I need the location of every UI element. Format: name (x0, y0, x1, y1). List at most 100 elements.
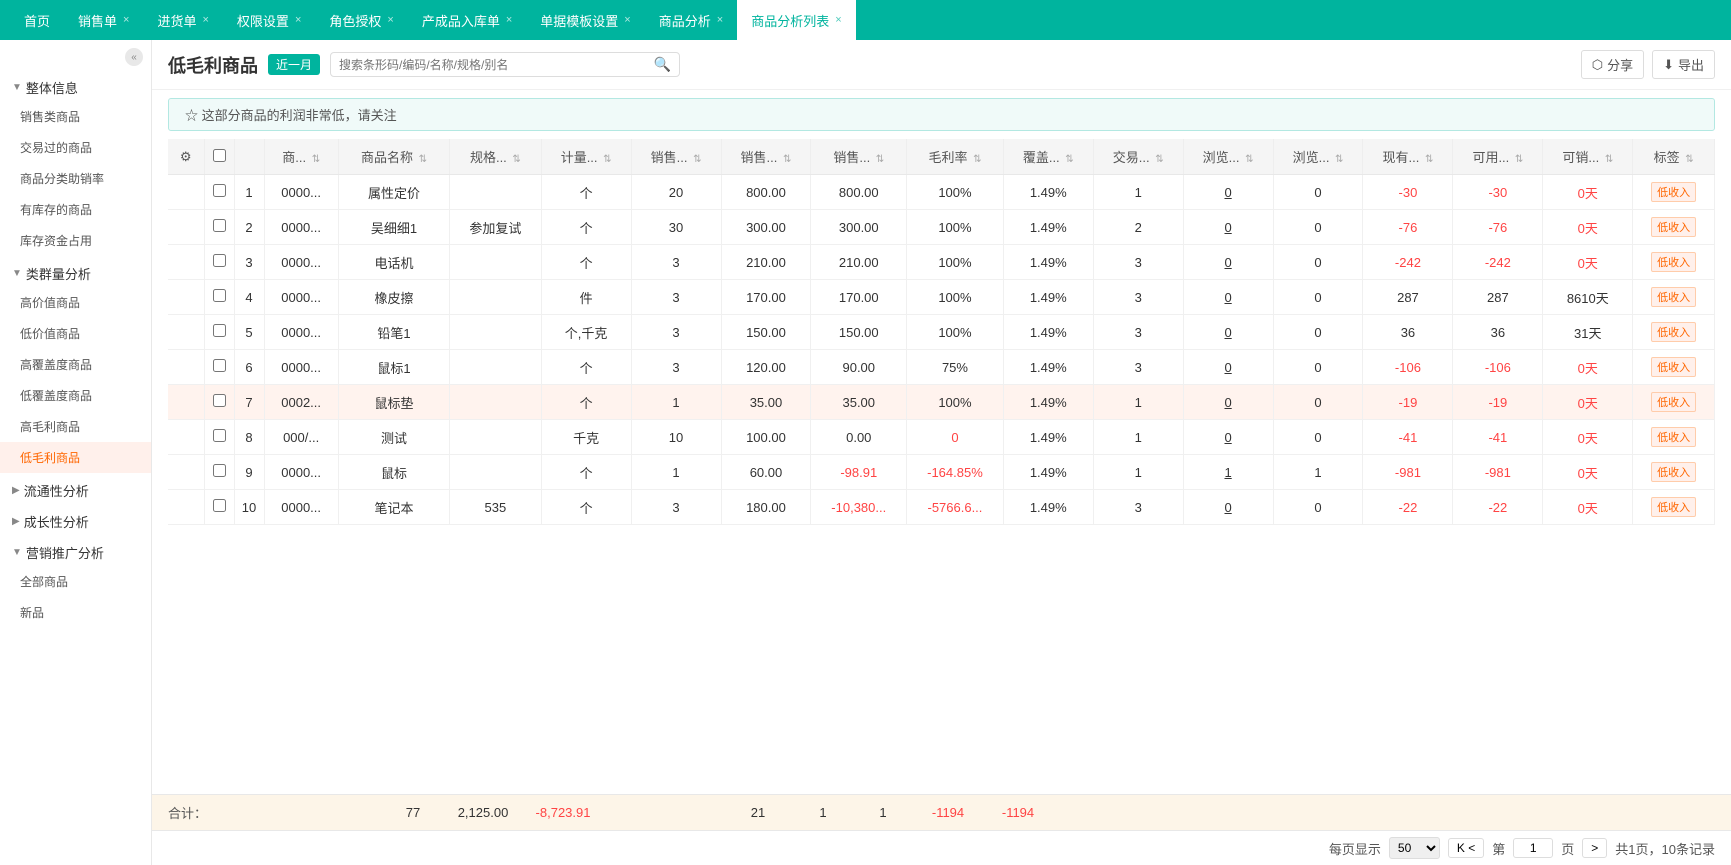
collapse-button[interactable]: « (125, 48, 143, 66)
share-button[interactable]: ⬡ 分享 (1581, 50, 1644, 79)
page-size-select[interactable]: 50 100 200 (1389, 837, 1440, 859)
sidebar-item-new-products[interactable]: 新品 (0, 597, 151, 628)
col-qty[interactable]: 销售... ⇅ (631, 139, 721, 175)
close-icon[interactable]: × (717, 14, 723, 26)
tag-filter-button[interactable]: 近一月 (268, 54, 320, 75)
row-checkbox[interactable] (213, 429, 226, 442)
select-all-checkbox[interactable] (213, 149, 226, 162)
export-button[interactable]: ⬇ 导出 (1652, 50, 1715, 79)
col-spec[interactable]: 规格... ⇅ (450, 139, 542, 175)
sidebar-group-overview[interactable]: ▼ 整体信息 (0, 70, 151, 101)
footer-available: -1194 (983, 805, 1053, 820)
browse1-cell[interactable]: 0 (1183, 210, 1273, 245)
col-coverage[interactable]: 交易... ⇅ (1093, 139, 1183, 175)
sidebar-group-cluster[interactable]: ▼ 类群量分析 (0, 256, 151, 287)
nav-item-permission[interactable]: 权限设置 × (223, 0, 315, 40)
checkbox-cell[interactable] (204, 455, 234, 490)
checkbox-cell[interactable] (204, 350, 234, 385)
sidebar-group-liquidity[interactable]: ▶ 流通性分析 (0, 473, 151, 504)
sidebar-item-traded-products[interactable]: 交易过的商品 (0, 132, 151, 163)
browse1-cell[interactable]: 0 (1183, 350, 1273, 385)
row-checkbox[interactable] (213, 254, 226, 267)
col-tag[interactable]: 标签 ⇅ (1633, 139, 1715, 175)
checkbox-cell[interactable] (204, 490, 234, 525)
row-checkbox[interactable] (213, 499, 226, 512)
browse1-cell[interactable]: 1 (1183, 455, 1273, 490)
close-icon[interactable]: × (202, 14, 208, 26)
row-checkbox[interactable] (213, 289, 226, 302)
checkbox-cell[interactable] (204, 315, 234, 350)
checkbox-cell[interactable] (204, 245, 234, 280)
name-cell: 吴细细1 (338, 210, 449, 245)
sidebar-item-stock-products[interactable]: 有库存的商品 (0, 194, 151, 225)
col-browse1[interactable]: 浏览... ⇅ (1183, 139, 1273, 175)
sidebar-item-high-coverage[interactable]: 高覆盖度商品 (0, 349, 151, 380)
checkbox-cell[interactable] (204, 175, 234, 210)
prev-page-button[interactable]: K < (1448, 838, 1484, 858)
sidebar-group-growth[interactable]: ▶ 成长性分析 (0, 504, 151, 535)
col-available[interactable]: 可用... ⇅ (1453, 139, 1543, 175)
sidebar-item-high-margin[interactable]: 高毛利商品 (0, 411, 151, 442)
page-number-input[interactable] (1513, 838, 1553, 858)
table-checkbox-col[interactable] (204, 139, 234, 175)
table-container[interactable]: ⚙ 商... ⇅ 商品名称 ⇅ 规格... ⇅ 计量... ⇅ 销售... ⇅ … (152, 139, 1731, 794)
col-sales-amt[interactable]: 销售... ⇅ (721, 139, 811, 175)
col-saleable[interactable]: 可销... ⇅ (1543, 139, 1633, 175)
col-profit-rate[interactable]: 毛利率 ⇅ (907, 139, 1004, 175)
nav-item-analysis-list[interactable]: 商品分析列表 × (737, 0, 855, 40)
row-checkbox[interactable] (213, 184, 226, 197)
col-unit[interactable]: 计量... ⇅ (541, 139, 631, 175)
browse1-cell[interactable]: 0 (1183, 315, 1273, 350)
sidebar-item-low-coverage[interactable]: 低覆盖度商品 (0, 380, 151, 411)
browse1-cell[interactable]: 0 (1183, 280, 1273, 315)
close-icon[interactable]: × (295, 14, 301, 26)
browse1-cell[interactable]: 0 (1183, 385, 1273, 420)
row-checkbox[interactable] (213, 324, 226, 337)
nav-item-home[interactable]: 首页 (10, 0, 64, 40)
checkbox-cell[interactable] (204, 385, 234, 420)
sidebar-item-low-value[interactable]: 低价值商品 (0, 318, 151, 349)
col-sales-profit[interactable]: 销售... ⇅ (811, 139, 907, 175)
checkbox-cell[interactable] (204, 210, 234, 245)
next-page-button[interactable]: > (1582, 838, 1607, 858)
browse1-cell[interactable]: 0 (1183, 490, 1273, 525)
nav-item-template[interactable]: 单据模板设置 × (526, 0, 644, 40)
browse1-cell[interactable]: 0 (1183, 245, 1273, 280)
nav-item-sales[interactable]: 销售单 × (64, 0, 143, 40)
checkbox-cell[interactable] (204, 280, 234, 315)
sidebar-item-low-margin[interactable]: 低毛利商品 (0, 442, 151, 473)
sidebar-item-sales-products[interactable]: 销售类商品 (0, 101, 151, 132)
nav-item-purchase[interactable]: 进货单 × (143, 0, 222, 40)
row-checkbox[interactable] (213, 359, 226, 372)
qty-cell: 30 (631, 210, 721, 245)
close-icon[interactable]: × (835, 14, 841, 26)
close-icon[interactable]: × (387, 14, 393, 26)
browse1-cell[interactable]: 0 (1183, 175, 1273, 210)
search-input[interactable] (339, 58, 654, 72)
col-code[interactable]: 商... ⇅ (264, 139, 338, 175)
close-icon[interactable]: × (123, 14, 129, 26)
saleable-cell: 0天 (1543, 420, 1633, 455)
nav-item-role[interactable]: 角色授权 × (315, 0, 407, 40)
sidebar-item-high-value[interactable]: 高价值商品 (0, 287, 151, 318)
close-icon[interactable]: × (506, 14, 512, 26)
col-name[interactable]: 商品名称 ⇅ (338, 139, 449, 175)
nav-item-product-entry[interactable]: 产成品入库单 × (408, 0, 526, 40)
col-stock[interactable]: 现有... ⇅ (1363, 139, 1453, 175)
checkbox-cell[interactable] (204, 420, 234, 455)
browse2-cell: 0 (1273, 385, 1363, 420)
col-gross-rate[interactable]: 覆盖... ⇅ (1003, 139, 1093, 175)
row-checkbox[interactable] (213, 464, 226, 477)
sidebar-group-marketing[interactable]: ▼ 营销推广分析 (0, 535, 151, 566)
sidebar-item-capital[interactable]: 库存资金占用 (0, 225, 151, 256)
sidebar-item-all-products[interactable]: 全部商品 (0, 566, 151, 597)
browse1-cell[interactable]: 0 (1183, 420, 1273, 455)
table-settings-col[interactable]: ⚙ (168, 139, 204, 175)
nav-item-product-analysis[interactable]: 商品分析 × (645, 0, 737, 40)
close-icon[interactable]: × (624, 14, 630, 26)
col-browse2[interactable]: 浏览... ⇅ (1273, 139, 1363, 175)
row-checkbox[interactable] (213, 394, 226, 407)
sidebar-item-category-assist[interactable]: 商品分类助销率 (0, 163, 151, 194)
search-icon[interactable]: 🔍 (654, 56, 671, 73)
row-checkbox[interactable] (213, 219, 226, 232)
